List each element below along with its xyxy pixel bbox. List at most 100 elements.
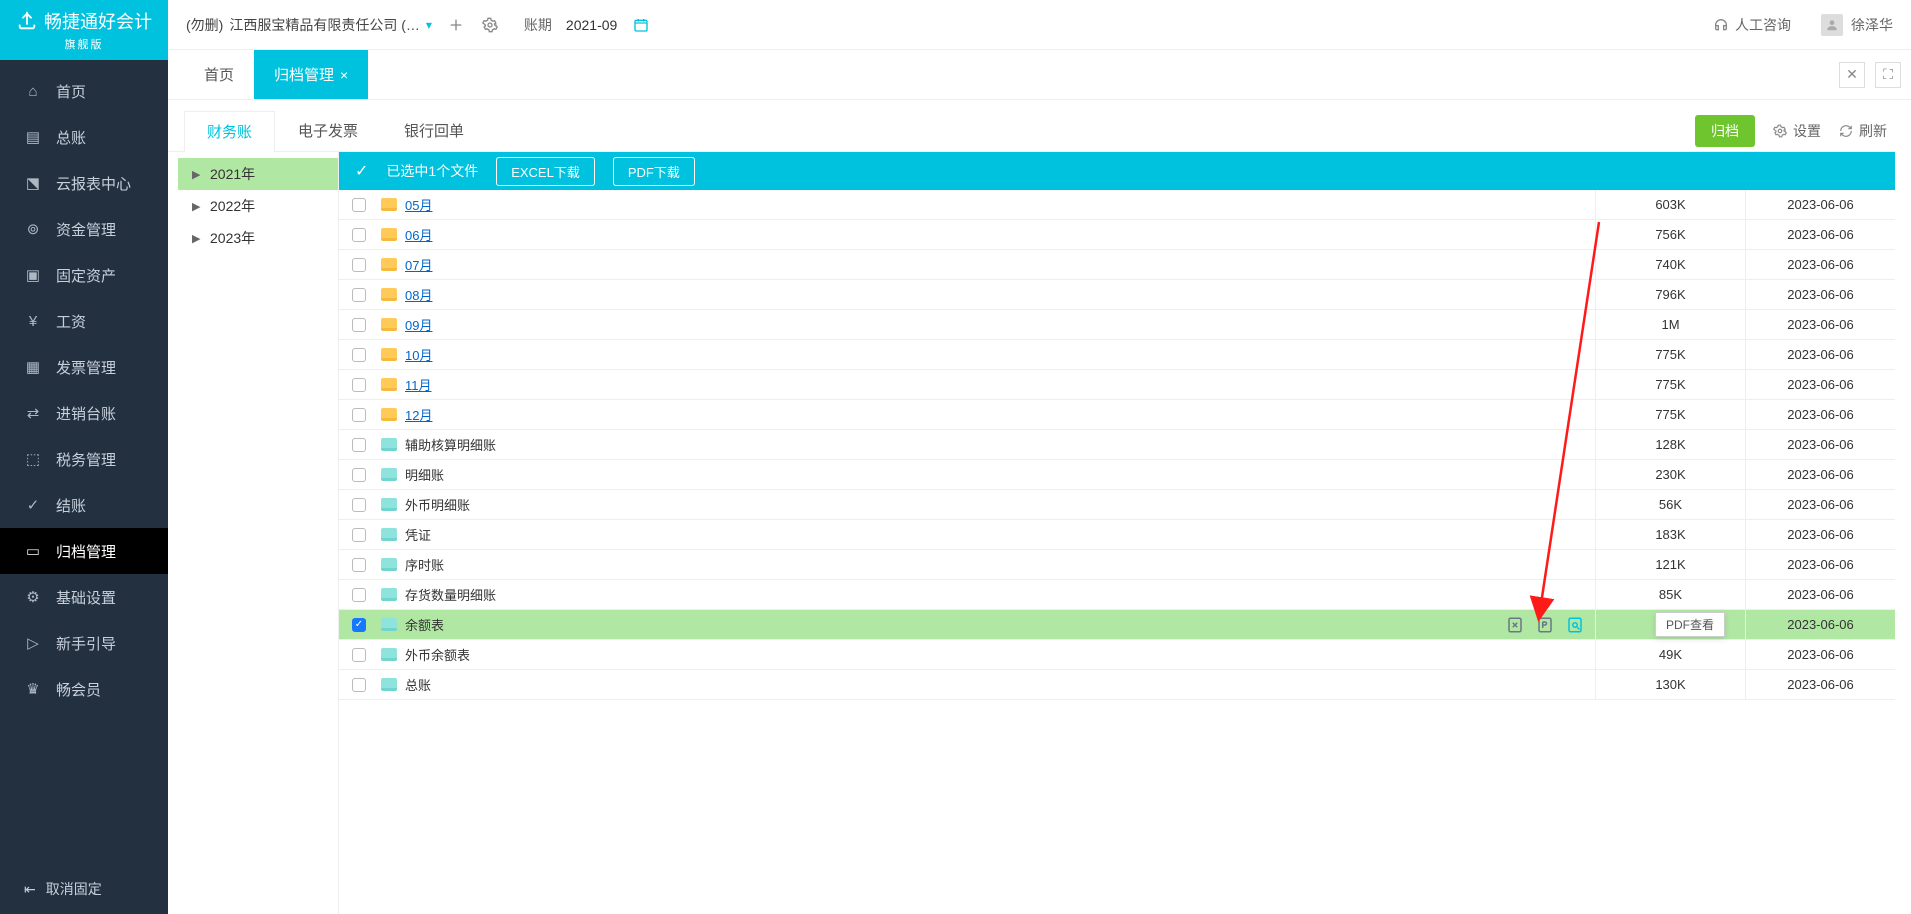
fullscreen-button[interactable]: ⛶	[1875, 62, 1901, 88]
add-icon[interactable]	[446, 15, 466, 35]
sidebar-item-11[interactable]: ⚙基础设置	[0, 574, 168, 620]
row-checkbox[interactable]	[352, 678, 366, 692]
table-row[interactable]: 外币明细账56K2023-06-06	[339, 490, 1895, 520]
table-row[interactable]: 序时账121K2023-06-06	[339, 550, 1895, 580]
file-name-link[interactable]: 05月	[405, 195, 432, 214]
sidebar-pin-toggle[interactable]: ⇤ 取消固定	[0, 864, 168, 914]
nav-label: 云报表中心	[56, 173, 131, 194]
nav-label: 归档管理	[56, 541, 116, 562]
file-name-link[interactable]: 08月	[405, 285, 432, 304]
pdf-download-icon[interactable]	[1535, 615, 1555, 635]
refresh-button[interactable]: 刷新	[1839, 121, 1887, 141]
pdf-view-icon[interactable]	[1565, 615, 1585, 635]
folder-icon	[381, 558, 397, 571]
user-menu[interactable]: 徐泽华	[1821, 14, 1893, 36]
table-row[interactable]: 09月1M2023-06-06	[339, 310, 1895, 340]
pdf-download-button[interactable]: PDF下载	[613, 157, 695, 186]
file-name-link[interactable]: 11月	[405, 375, 432, 394]
row-checkbox[interactable]	[352, 588, 366, 602]
sidebar-item-4[interactable]: ▣固定资产	[0, 252, 168, 298]
table-row[interactable]: ✓余额表PDF查看3K2023-06-06	[339, 610, 1895, 640]
excel-download-icon[interactable]	[1505, 615, 1525, 635]
tree-item-0[interactable]: ▶2021年	[178, 158, 338, 190]
file-name-link[interactable]: 09月	[405, 315, 432, 334]
tab-close-icon[interactable]: ×	[340, 67, 348, 83]
table-row[interactable]: 06月756K2023-06-06	[339, 220, 1895, 250]
table-row[interactable]: 外币余额表49K2023-06-06	[339, 640, 1895, 670]
sidebar-item-5[interactable]: ¥工资	[0, 298, 168, 344]
subtab-2[interactable]: 银行回单	[381, 110, 487, 152]
row-checkbox[interactable]	[352, 408, 366, 422]
sidebar-item-6[interactable]: ▦发票管理	[0, 344, 168, 390]
page-tab-0[interactable]: 首页	[184, 50, 254, 99]
row-checkbox[interactable]	[352, 438, 366, 452]
nav-icon: ♛	[24, 680, 42, 698]
excel-download-button[interactable]: EXCEL下载	[496, 157, 595, 186]
file-name-link[interactable]: 06月	[405, 225, 432, 244]
row-checkbox[interactable]	[352, 498, 366, 512]
row-checkbox[interactable]	[352, 468, 366, 482]
file-name-link[interactable]: 07月	[405, 255, 432, 274]
row-checkbox[interactable]	[352, 348, 366, 362]
row-checkbox[interactable]	[352, 378, 366, 392]
file-name: 余额表	[405, 615, 444, 634]
subtab-1[interactable]: 电子发票	[275, 110, 381, 152]
file-size: 121K	[1595, 550, 1745, 579]
file-name: 外币明细账	[405, 495, 470, 514]
gear-icon[interactable]	[480, 15, 500, 35]
table-row[interactable]: 辅助核算明细账128K2023-06-06	[339, 430, 1895, 460]
brand-edition: 旗舰版	[65, 36, 104, 52]
row-checkbox[interactable]	[352, 288, 366, 302]
row-checkbox[interactable]	[352, 318, 366, 332]
tree-label: 2023年	[210, 228, 255, 248]
file-name-link[interactable]: 12月	[405, 405, 432, 424]
row-checkbox[interactable]	[352, 648, 366, 662]
sidebar-item-3[interactable]: ⊚资金管理	[0, 206, 168, 252]
sidebar-item-0[interactable]: ⌂首页	[0, 68, 168, 114]
company-prefix: (勿删)	[186, 15, 223, 35]
table-row[interactable]: 凭证183K2023-06-06	[339, 520, 1895, 550]
row-checkbox[interactable]	[352, 198, 366, 212]
page-tab-1[interactable]: 归档管理×	[254, 50, 368, 99]
settings-button[interactable]: 设置	[1773, 121, 1821, 141]
table-row[interactable]: 总账130K2023-06-06	[339, 670, 1895, 700]
nav-icon: ▦	[24, 358, 42, 376]
nav-icon: ✓	[24, 496, 42, 514]
row-checkbox[interactable]: ✓	[352, 618, 366, 632]
nav-icon: ⌂	[24, 82, 42, 100]
sidebar-item-13[interactable]: ♛畅会员	[0, 666, 168, 712]
table-row[interactable]: 存货数量明细账85K2023-06-06	[339, 580, 1895, 610]
row-checkbox[interactable]	[352, 228, 366, 242]
row-checkbox[interactable]	[352, 558, 366, 572]
sidebar-item-7[interactable]: ⇄进销台账	[0, 390, 168, 436]
table-row[interactable]: 08月796K2023-06-06	[339, 280, 1895, 310]
row-checkbox[interactable]	[352, 528, 366, 542]
settings-label: 设置	[1793, 121, 1821, 141]
subtab-0[interactable]: 财务账	[184, 111, 275, 153]
nav-list: ⌂首页▤总账⬔云报表中心⊚资金管理▣固定资产¥工资▦发票管理⇄进销台账⬚税务管理…	[0, 60, 168, 864]
tab-close-all-button[interactable]: ✕	[1839, 62, 1865, 88]
sidebar-item-2[interactable]: ⬔云报表中心	[0, 160, 168, 206]
table-row[interactable]: 12月775K2023-06-06	[339, 400, 1895, 430]
sidebar-item-10[interactable]: ▭归档管理	[0, 528, 168, 574]
file-name: 凭证	[405, 525, 431, 544]
sidebar-item-9[interactable]: ✓结账	[0, 482, 168, 528]
calendar-icon[interactable]	[631, 15, 651, 35]
archive-button[interactable]: 归档	[1695, 115, 1755, 147]
table-row[interactable]: 10月775K2023-06-06	[339, 340, 1895, 370]
table-row[interactable]: 11月775K2023-06-06	[339, 370, 1895, 400]
file-name-link[interactable]: 10月	[405, 345, 432, 364]
company-selector[interactable]: (勿删) 江西服宝精品有限责任公司 (… ▾	[186, 15, 432, 35]
table-row[interactable]: 明细账230K2023-06-06	[339, 460, 1895, 490]
row-checkbox[interactable]	[352, 258, 366, 272]
table-row[interactable]: 05月603K2023-06-06	[339, 190, 1895, 220]
tree-item-2[interactable]: ▶2023年	[178, 222, 338, 254]
table-row[interactable]: 07月740K2023-06-06	[339, 250, 1895, 280]
file-size: 775K	[1595, 400, 1745, 429]
consult-link[interactable]: 人工咨询	[1713, 15, 1791, 35]
sidebar-item-12[interactable]: ▷新手引导	[0, 620, 168, 666]
brand-logo[interactable]: 畅捷通好会计 旗舰版	[0, 0, 168, 60]
sidebar-item-1[interactable]: ▤总账	[0, 114, 168, 160]
tree-item-1[interactable]: ▶2022年	[178, 190, 338, 222]
sidebar-item-8[interactable]: ⬚税务管理	[0, 436, 168, 482]
